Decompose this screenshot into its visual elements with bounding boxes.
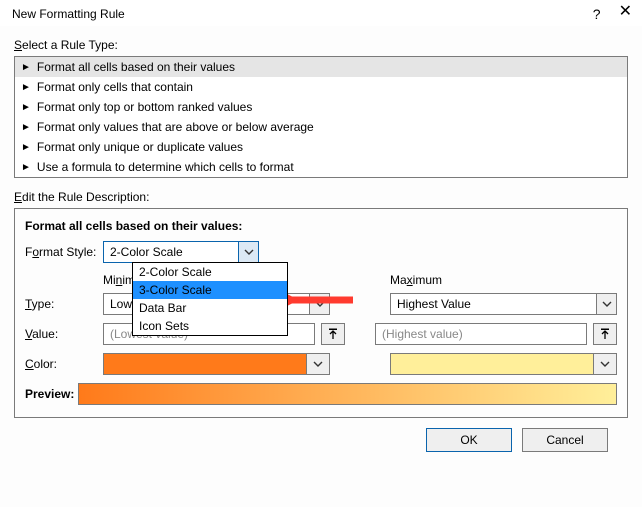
chevron-down-icon[interactable] bbox=[309, 294, 329, 314]
color-row: Color: bbox=[25, 353, 617, 375]
min-color-swatch bbox=[103, 353, 306, 375]
format-style-value: 2-Color Scale bbox=[104, 245, 238, 259]
chevron-right-icon: ► bbox=[21, 102, 31, 113]
format-style-combo[interactable]: 2-Color Scale bbox=[103, 241, 259, 263]
max-value-placeholder: (Highest value) bbox=[376, 327, 586, 341]
rule-type-item[interactable]: ► Format only unique or duplicate values bbox=[15, 137, 627, 157]
dropdown-option[interactable]: 2-Color Scale bbox=[133, 263, 287, 281]
maximum-column: Maximum bbox=[390, 273, 617, 293]
minmax-columns: Minimum Maximum bbox=[25, 273, 617, 293]
ok-button[interactable]: OK bbox=[426, 428, 512, 452]
cancel-button[interactable]: Cancel bbox=[522, 428, 608, 452]
chevron-down-icon[interactable] bbox=[593, 353, 617, 375]
format-style-label: Format Style: bbox=[25, 245, 103, 259]
chevron-right-icon: ► bbox=[21, 62, 31, 73]
chevron-right-icon: ► bbox=[21, 162, 31, 173]
maximum-header: Maximum bbox=[390, 273, 617, 287]
value-row: Value: (Lowest value) (Highest value) bbox=[25, 323, 617, 345]
format-style-dropdown[interactable]: 2-Color Scale 3-Color Scale Data Bar Ico… bbox=[132, 262, 288, 336]
dropdown-option[interactable]: Data Bar bbox=[133, 299, 287, 317]
max-type-value: Highest Value bbox=[391, 297, 596, 311]
max-color-swatch bbox=[390, 353, 593, 375]
preview-gradient bbox=[78, 383, 617, 405]
rule-type-text: Format only top or bottom ranked values bbox=[37, 100, 252, 114]
select-rule-type-label: Select a Rule Type: bbox=[14, 38, 628, 52]
dialog-footer: OK Cancel bbox=[14, 418, 628, 452]
rule-type-item[interactable]: ► Use a formula to determine which cells … bbox=[15, 157, 627, 177]
rule-type-text: Use a formula to determine which cells t… bbox=[37, 160, 294, 174]
chevron-right-icon: ► bbox=[21, 82, 31, 93]
chevron-down-icon[interactable] bbox=[238, 242, 258, 262]
chevron-down-icon[interactable] bbox=[306, 353, 330, 375]
rule-description-box: Format all cells based on their values: … bbox=[14, 208, 628, 418]
window-title: New Formatting Rule bbox=[12, 7, 125, 21]
rule-type-text: Format all cells based on their values bbox=[37, 60, 235, 74]
edit-description-label: Edit the Rule Description: bbox=[14, 190, 628, 204]
chevron-right-icon: ► bbox=[21, 142, 31, 153]
type-row: Type: Lowest Value Highest Value bbox=[25, 293, 617, 315]
help-button[interactable]: ? bbox=[593, 6, 601, 22]
rule-type-item[interactable]: ► Format only values that are above or be… bbox=[15, 117, 627, 137]
rule-type-item[interactable]: ► Format all cells based on their values bbox=[15, 57, 627, 77]
window-controls: ? ✕ bbox=[593, 6, 632, 22]
rule-type-item[interactable]: ► Format only cells that contain bbox=[15, 77, 627, 97]
min-color-combo[interactable] bbox=[103, 353, 330, 375]
close-button[interactable]: ✕ bbox=[619, 6, 632, 22]
format-style-row: Format Style: 2-Color Scale 2-Color Scal… bbox=[25, 241, 617, 263]
max-color-combo[interactable] bbox=[390, 353, 617, 375]
chevron-right-icon: ► bbox=[21, 122, 31, 133]
description-title: Format all cells based on their values: bbox=[25, 219, 617, 233]
chevron-down-icon[interactable] bbox=[596, 294, 616, 314]
type-label: Type: bbox=[25, 297, 103, 311]
dialog-content: Select a Rule Type: ► Format all cells ba… bbox=[0, 26, 642, 462]
dropdown-option[interactable]: 3-Color Scale bbox=[133, 281, 287, 299]
titlebar: New Formatting Rule ? ✕ bbox=[0, 0, 642, 26]
value-label: Value: bbox=[25, 327, 103, 341]
rule-type-item[interactable]: ► Format only top or bottom ranked values bbox=[15, 97, 627, 117]
rule-type-text: Format only cells that contain bbox=[37, 80, 193, 94]
max-value-input[interactable]: (Highest value) bbox=[375, 323, 587, 345]
color-label: Color: bbox=[25, 357, 103, 371]
max-type-combo[interactable]: Highest Value bbox=[390, 293, 617, 315]
rule-type-text: Format only unique or duplicate values bbox=[37, 140, 243, 154]
range-picker-icon[interactable] bbox=[593, 323, 617, 345]
preview-label: Preview: bbox=[25, 387, 74, 401]
rule-type-text: Format only values that are above or bel… bbox=[37, 120, 314, 134]
dropdown-option[interactable]: Icon Sets bbox=[133, 317, 287, 335]
range-picker-icon[interactable] bbox=[321, 323, 345, 345]
preview-row: Preview: bbox=[25, 383, 617, 405]
rule-type-list[interactable]: ►Format all cells based on their values … bbox=[14, 56, 628, 178]
